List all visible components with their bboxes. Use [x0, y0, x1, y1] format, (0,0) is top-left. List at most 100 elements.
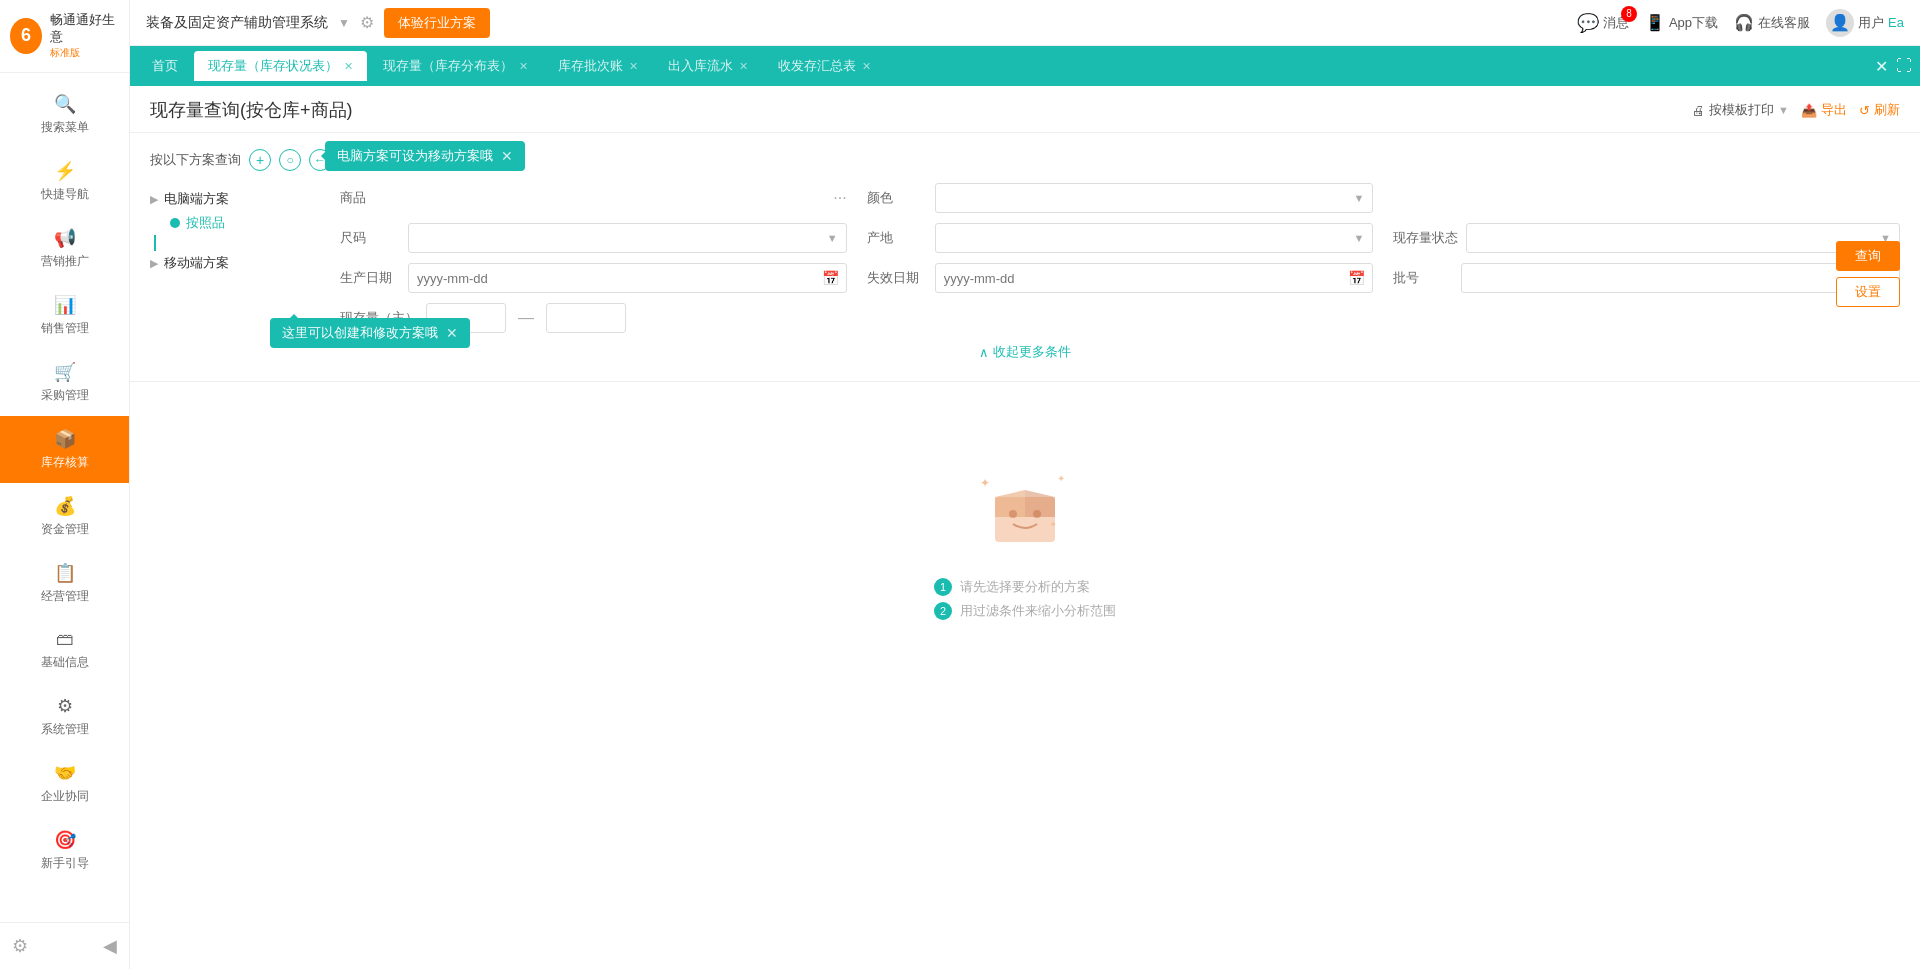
- origin-select[interactable]: ▼: [935, 223, 1374, 253]
- filter-row-4: 现存量（主） —: [340, 303, 1900, 333]
- tree-active-dot: [170, 218, 180, 228]
- reset-button[interactable]: 设置: [1836, 277, 1900, 307]
- sidebar-item-guide-label: 新手引导: [41, 855, 89, 872]
- mfg-date-label: 生产日期: [340, 269, 400, 287]
- svg-point-3: [1009, 510, 1017, 518]
- origin-label: 产地: [867, 229, 927, 247]
- step-1-text: 请先选择要分析的方案: [960, 578, 1090, 596]
- app-download-item[interactable]: 📱 App下载: [1645, 13, 1718, 32]
- tab-close-all-icon[interactable]: ✕: [1875, 57, 1888, 76]
- logo-text: 畅通通好生意: [50, 12, 119, 46]
- tab-batch-account-label: 库存批次账: [558, 57, 623, 75]
- color-select[interactable]: ▼: [935, 183, 1374, 213]
- tab-home[interactable]: 首页: [138, 51, 192, 81]
- tab-summary[interactable]: 收发存汇总表 ✕: [764, 51, 885, 81]
- settings-gear-icon[interactable]: ⚙: [360, 13, 374, 32]
- sidebar-item-marketing-label: 营销推广: [41, 253, 89, 270]
- sidebar-item-system[interactable]: ⚙ 系统管理: [0, 683, 129, 750]
- scheme-tooltip-close[interactable]: ✕: [501, 148, 513, 164]
- tab-close-in-out-flow[interactable]: ✕: [739, 60, 748, 73]
- refresh-btn[interactable]: ↺ 刷新: [1859, 101, 1900, 119]
- settings-icon[interactable]: ⚙: [12, 935, 28, 957]
- search-button[interactable]: 查询: [1836, 241, 1900, 271]
- exp-date-calendar-icon[interactable]: 📅: [1348, 270, 1365, 286]
- tab-inventory-dist[interactable]: 现存量（库存分布表） ✕: [369, 51, 542, 81]
- tab-bar: 首页 现存量（库存状况表） ✕ 现存量（库存分布表） ✕ 库存批次账 ✕ 出入库…: [130, 46, 1920, 86]
- user-label: 用户: [1858, 14, 1884, 32]
- tab-close-summary[interactable]: ✕: [862, 60, 871, 73]
- mfg-date-calendar-icon[interactable]: 📅: [822, 270, 839, 286]
- mfg-date-input[interactable]: [408, 263, 847, 293]
- pc-scheme-child[interactable]: 按照品: [150, 211, 320, 235]
- refresh-label: 刷新: [1874, 101, 1900, 119]
- tab-close-inventory-status[interactable]: ✕: [344, 60, 353, 73]
- stock-qty-max[interactable]: [546, 303, 626, 333]
- filter-exp-date: 失效日期 📅: [867, 263, 1374, 293]
- search-nav-icon: 🔍: [54, 93, 76, 115]
- exp-date-label: 失效日期: [867, 269, 927, 287]
- step-2-text: 用过滤条件来缩小分析范围: [960, 602, 1116, 620]
- sidebar-item-quick[interactable]: ⚡ 快捷导航: [0, 148, 129, 215]
- scheme-tooltip: 电脑方案可设为移动方案哦 ✕: [325, 141, 525, 171]
- sidebar-item-finance[interactable]: 💰 资金管理: [0, 483, 129, 550]
- sidebar-item-search-label: 搜索菜单: [41, 119, 89, 136]
- sidebar-item-search[interactable]: 🔍 搜索菜单: [0, 81, 129, 148]
- filter-add-btn[interactable]: +: [249, 149, 271, 171]
- sidebar-item-inventory[interactable]: 📦 库存核算: [0, 416, 129, 483]
- exp-date-wrapper: 📅: [935, 263, 1374, 293]
- pc-scheme-item[interactable]: ▶ 电脑端方案: [150, 187, 320, 211]
- online-service-item[interactable]: 🎧 在线客服: [1734, 13, 1810, 32]
- sidebar-item-basic[interactable]: 🗃 基础信息: [0, 617, 129, 683]
- sidebar-item-marketing[interactable]: 📢 营销推广: [0, 215, 129, 282]
- print-icon: 🖨: [1692, 103, 1705, 118]
- print-btn[interactable]: 🖨 按模板打印 ▼: [1692, 101, 1789, 119]
- sidebar-logo: 6 畅通通好生意 标准版: [0, 0, 129, 73]
- tab-close-batch-account[interactable]: ✕: [629, 60, 638, 73]
- size-select[interactable]: ▼: [408, 223, 847, 253]
- tab-inventory-status[interactable]: 现存量（库存状况表） ✕: [194, 51, 367, 81]
- stock-status-select[interactable]: ▼: [1466, 223, 1900, 253]
- purchase-nav-icon: 🛒: [54, 361, 76, 383]
- filter-circle-btn[interactable]: ○: [279, 149, 301, 171]
- header-icons: 💬 8 消息 📱 App下载 🎧 在线客服 👤 用户 Ea: [1577, 9, 1904, 37]
- sidebar-item-enterprise[interactable]: 🤝 企业协同: [0, 750, 129, 817]
- sales-nav-icon: 📊: [54, 294, 76, 316]
- tab-batch-account[interactable]: 库存批次账 ✕: [544, 51, 652, 81]
- mobile-scheme-arrow: ▶: [150, 257, 158, 270]
- chevron-down-icon[interactable]: ▼: [338, 16, 350, 30]
- industry-btn[interactable]: 体验行业方案: [384, 8, 490, 38]
- main-area: 装备及固定资产辅助管理系统 ▼ ⚙ 体验行业方案 💬 8 消息 📱 App下载 …: [130, 0, 1920, 969]
- size-label: 尺码: [340, 229, 400, 247]
- top-header: 装备及固定资产辅助管理系统 ▼ ⚙ 体验行业方案 💬 8 消息 📱 App下载 …: [130, 0, 1920, 46]
- export-btn[interactable]: 📤 导出: [1801, 101, 1847, 119]
- phone-icon: 📱: [1645, 13, 1665, 32]
- mobile-scheme-item[interactable]: ▶ 移动端方案: [150, 251, 320, 275]
- filter-size: 尺码 ▼: [340, 223, 847, 253]
- filter-origin: 产地 ▼: [867, 223, 1374, 253]
- goods-dots[interactable]: ···: [833, 189, 846, 207]
- sidebar-item-sales-label: 销售管理: [41, 320, 89, 337]
- tab-maximize-icon[interactable]: ⛶: [1896, 57, 1912, 75]
- svg-text:✦: ✦: [1050, 520, 1057, 529]
- filter-goods: 商品 ···: [340, 183, 847, 213]
- notification-item[interactable]: 💬 8 消息: [1577, 12, 1629, 34]
- tab-in-out-flow[interactable]: 出入库流水 ✕: [654, 51, 762, 81]
- batch-input[interactable]: [1461, 263, 1900, 293]
- empty-illustration: ✦ ✦ ✦: [975, 462, 1075, 552]
- tab-in-out-flow-label: 出入库流水: [668, 57, 733, 75]
- exp-date-input[interactable]: [935, 263, 1374, 293]
- filter-color: 颜色 ▼: [867, 183, 1374, 213]
- collapse-arrow-icon: ∧: [979, 345, 989, 360]
- sidebar-item-quick-label: 快捷导航: [41, 186, 89, 203]
- collapse-btn[interactable]: ∧ 收起更多条件: [979, 343, 1071, 361]
- refresh-icon: ↺: [1859, 103, 1870, 118]
- tab-close-inventory-dist[interactable]: ✕: [519, 60, 528, 73]
- edit-tooltip-close[interactable]: ✕: [446, 325, 458, 341]
- logo-icon: 6: [10, 18, 42, 54]
- sidebar-item-operations[interactable]: 📋 经营管理: [0, 550, 129, 617]
- sidebar-item-sales[interactable]: 📊 销售管理: [0, 282, 129, 349]
- collapse-sidebar-icon[interactable]: ◀: [103, 935, 117, 957]
- sidebar-item-guide[interactable]: 🎯 新手引导: [0, 817, 129, 884]
- user-item[interactable]: 👤 用户 Ea: [1826, 9, 1904, 37]
- sidebar-item-purchase[interactable]: 🛒 采购管理: [0, 349, 129, 416]
